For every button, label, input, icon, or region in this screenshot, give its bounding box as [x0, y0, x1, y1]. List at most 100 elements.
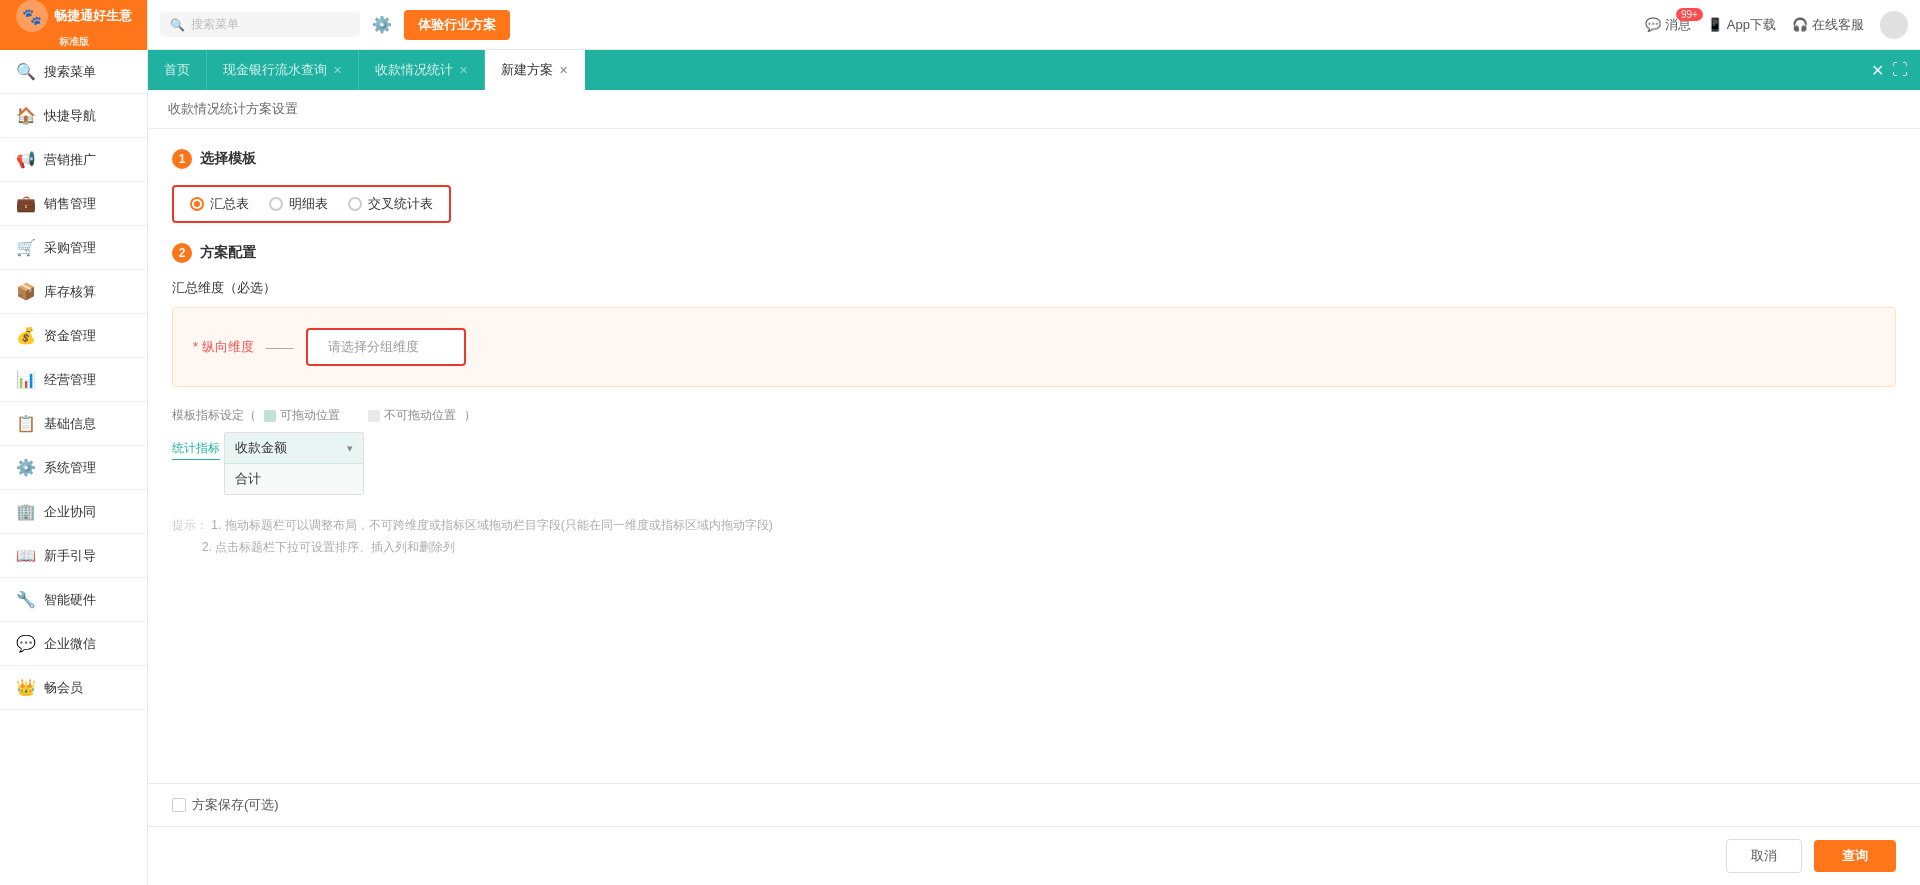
close-all-icon[interactable]: ✕ [1871, 61, 1884, 80]
tip-line2: 2. 点击标题栏下拉可设置排序、插入列和删除列 [172, 537, 1896, 559]
sidebar-item-label: 畅会员 [44, 679, 83, 697]
legend-nodrag-label: 不可拖动位置 [384, 407, 456, 424]
topbar: 🔍 搜索菜单 ⚙️ 体验行业方案 💬 消息 99+ 📱 App下载 🎧 在线客服 [148, 0, 1920, 50]
tips-line1: 1. 拖动标题栏可以调整布局，不可跨维度或指标区域拖动栏目字段(只能在同一维度或… [211, 518, 772, 532]
sidebar-icon: 🛒 [16, 238, 36, 257]
sidebar-item-搜索菜单[interactable]: 🔍搜索菜单 [0, 50, 147, 94]
dimension-grid: * 纵向维度 —— 请选择分组维度 [172, 307, 1896, 387]
radio-dot [348, 197, 362, 211]
tabs-container: 首页现金银行流水查询✕收款情况统计✕新建方案✕ [148, 50, 585, 90]
save-option-label: 方案保存(可选) [192, 796, 279, 814]
sidebar-item-新手引导[interactable]: 📖新手引导 [0, 534, 147, 578]
legend-nodrag: 不可拖动位置 [368, 407, 456, 424]
sidebar-icon: 💼 [16, 194, 36, 213]
sidebar-item-库存核算[interactable]: 📦库存核算 [0, 270, 147, 314]
dimension-area: 汇总维度（必选） * 纵向维度 —— 请选择分组维度 [172, 279, 1896, 387]
sidebar-item-资金管理[interactable]: 💰资金管理 [0, 314, 147, 358]
app-name: 畅捷通好生意 [54, 7, 132, 25]
settings-icon[interactable]: ⚙️ [368, 11, 396, 38]
sidebar-item-label: 系统管理 [44, 459, 96, 477]
sidebar-item-label: 企业协同 [44, 503, 96, 521]
section1-num: 1 [172, 149, 192, 169]
sidebar-item-畅会员[interactable]: 👑畅会员 [0, 666, 147, 710]
expand-icon[interactable]: ⛶ [1892, 61, 1908, 79]
service-button[interactable]: 🎧 在线客服 [1792, 16, 1864, 34]
radio-label: 汇总表 [210, 195, 249, 213]
service-label: 在线客服 [1812, 16, 1864, 34]
legend-nodrag-icon [368, 410, 380, 422]
sidebar-icon: 📊 [16, 370, 36, 389]
download-label: App下载 [1727, 16, 1776, 34]
footer-bar: 取消 查询 [148, 826, 1920, 885]
tab-close-icon[interactable]: ✕ [333, 64, 342, 77]
sidebar-item-智能硬件[interactable]: 🔧智能硬件 [0, 578, 147, 622]
tabbar: 首页现金银行流水查询✕收款情况统计✕新建方案✕ ✕ ⛶ [148, 50, 1920, 90]
content-area: 收款情况统计方案设置 1 选择模板 汇总表 明细表 交叉统计表 [148, 90, 1920, 885]
tab-label: 收款情况统计 [375, 61, 453, 79]
tab-close-icon[interactable]: ✕ [559, 64, 568, 77]
radio-label: 明细表 [289, 195, 328, 213]
avatar[interactable] [1880, 11, 1908, 39]
trial-button[interactable]: 体验行业方案 [404, 10, 510, 40]
sidebar-item-营销推广[interactable]: 📢营销推广 [0, 138, 147, 182]
sidebar-item-销售管理[interactable]: 💼销售管理 [0, 182, 147, 226]
legend-drag-label: 可拖动位置 [280, 407, 340, 424]
radio-明细表[interactable]: 明细表 [269, 195, 328, 213]
legend-drag-icon [264, 410, 276, 422]
save-checkbox[interactable] [172, 798, 186, 812]
sidebar-icon: 💬 [16, 634, 36, 653]
sidebar-item-基础信息[interactable]: 📋基础信息 [0, 402, 147, 446]
sidebar-item-企业协同[interactable]: 🏢 企业协同 [0, 490, 147, 534]
sidebar-item-label: 基础信息 [44, 415, 96, 433]
radio-汇总表[interactable]: 汇总表 [190, 195, 249, 213]
sidebar-item-采购管理[interactable]: 🛒 采购管理 [0, 226, 147, 270]
cancel-button[interactable]: 取消 [1726, 839, 1802, 873]
tips-title: 提示： [172, 518, 208, 532]
section2-num: 2 [172, 243, 192, 263]
metrics-header: 模板指标设定（ 可拖动位置 不可拖动位置 ） [172, 407, 1896, 424]
sidebar-icon: 🏠 [16, 106, 36, 125]
sidebar-item-经营管理[interactable]: 📊 经营管理 [0, 358, 147, 402]
radio-label: 交叉统计表 [368, 195, 433, 213]
radio-交叉统计表[interactable]: 交叉统计表 [348, 195, 433, 213]
metrics-group-label: 统计指标 [172, 440, 220, 460]
tab-首页[interactable]: 首页 [148, 50, 207, 90]
bottom-section: 方案保存(可选) [148, 783, 1920, 826]
sidebar-item-label: 经营管理 [44, 371, 96, 389]
sidebar-item-label: 采购管理 [44, 239, 96, 257]
section2: 2 方案配置 汇总维度（必选） * 纵向维度 —— 请选择分组维度 [172, 243, 1896, 558]
sidebar-item-label: 库存核算 [44, 283, 96, 301]
legend-sep [348, 407, 360, 424]
metrics-table-wrap: 统计指标 收款金额 ▾ 合计 [172, 432, 1896, 495]
service-icon: 🎧 [1792, 17, 1808, 32]
sidebar-icon: 🔧 [16, 590, 36, 609]
download-button[interactable]: 📱 App下载 [1707, 16, 1776, 34]
radio-options: 汇总表 明细表 交叉统计表 [190, 195, 433, 213]
legend-close: ） [464, 407, 476, 424]
tab-新建方案[interactable]: 新建方案✕ [485, 50, 585, 90]
save-option-wrap: 方案保存(可选) [172, 796, 279, 814]
message-button[interactable]: 💬 消息 99+ [1645, 16, 1691, 34]
metrics-col-header[interactable]: 收款金额 ▾ [225, 433, 363, 464]
query-button[interactable]: 查询 [1814, 840, 1896, 872]
tip-line1: 提示： 1. 拖动标题栏可以调整布局，不可跨维度或指标区域拖动栏目字段(只能在同… [172, 515, 1896, 537]
tabbar-actions: ✕ ⛶ [1859, 61, 1920, 80]
tab-收款情况统计[interactable]: 收款情况统计 ✕ [359, 50, 485, 90]
metrics-row-total: 合计 [225, 464, 363, 494]
sidebar-item-label: 营销推广 [44, 151, 96, 169]
sidebar-item-企业微信[interactable]: 💬企业微信 [0, 622, 147, 666]
sidebar-item-label: 快捷导航 [44, 107, 96, 125]
legend-drag: 可拖动位置 [264, 407, 340, 424]
sidebar-icon: 🏢 [16, 502, 36, 521]
sidebar-item-快捷导航[interactable]: 🏠 快捷导航 [0, 94, 147, 138]
tab-close-icon[interactable]: ✕ [459, 64, 468, 77]
section1-title: 1 选择模板 [172, 149, 1896, 169]
sidebar-item-系统管理[interactable]: ⚙️ 系统管理 [0, 446, 147, 490]
dim-select-button[interactable]: 请选择分组维度 [306, 328, 466, 366]
dimension-row: * 纵向维度 —— 请选择分组维度 [193, 328, 1875, 366]
radio-dot [190, 197, 204, 211]
search-box[interactable]: 🔍 搜索菜单 [160, 12, 360, 37]
sidebar-icon: ⚙️ [16, 458, 36, 477]
tips-line2: 2. 点击标题栏下拉可设置排序、插入列和删除列 [172, 540, 455, 554]
tab-现金银行流水查询[interactable]: 现金银行流水查询✕ [207, 50, 359, 90]
